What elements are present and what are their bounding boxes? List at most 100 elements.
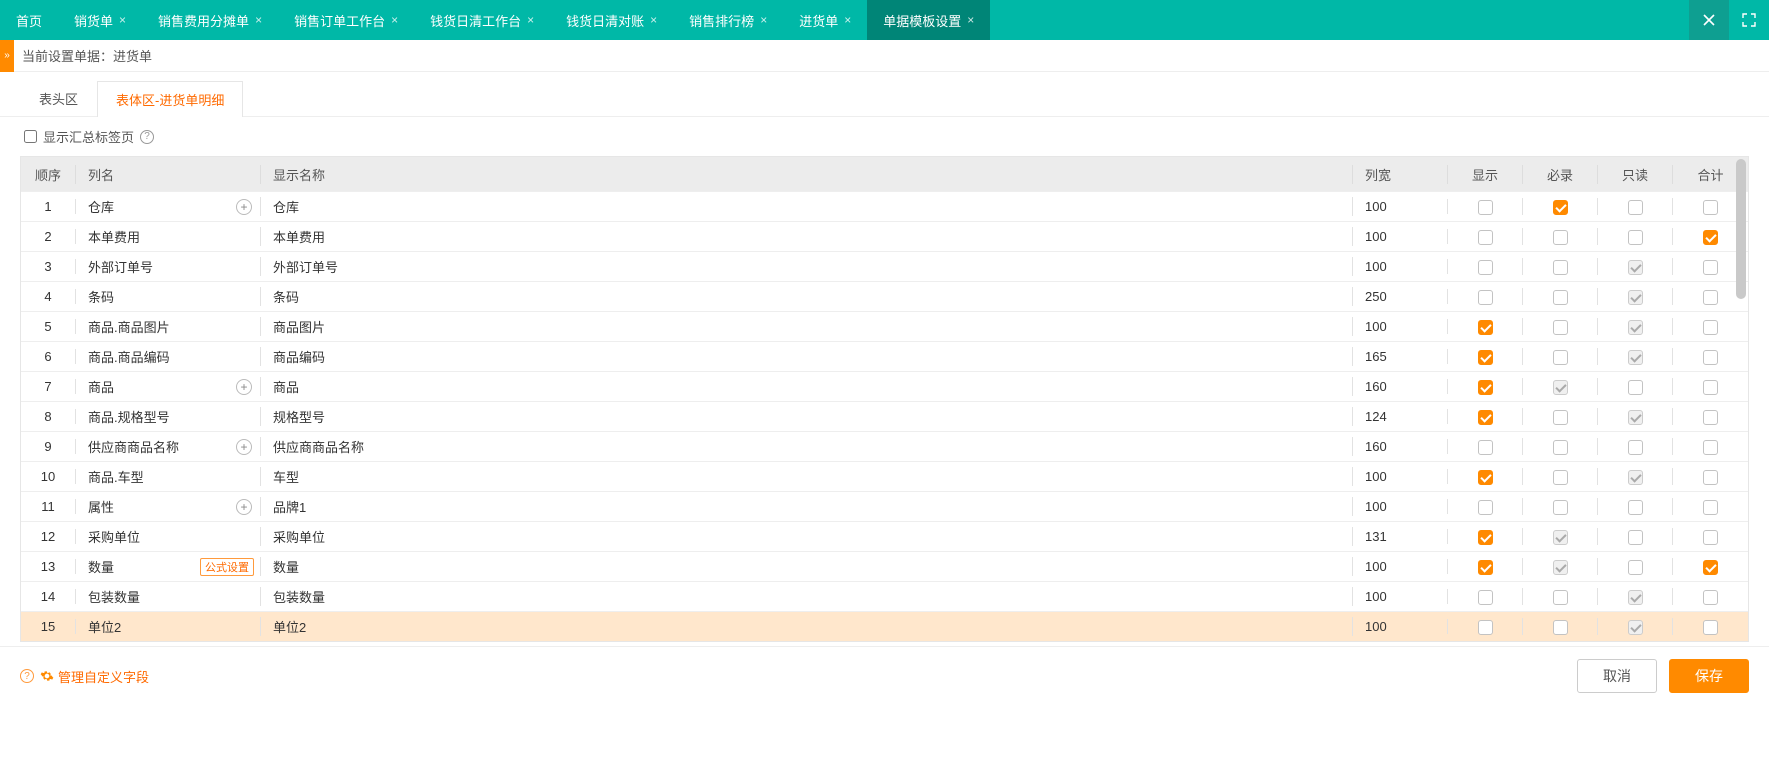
show-checkbox[interactable] [1478, 200, 1493, 215]
formula-tag[interactable]: 公式设置 [200, 558, 254, 576]
total-checkbox[interactable] [1703, 260, 1718, 275]
close-icon[interactable]: × [255, 13, 262, 27]
cell-display[interactable]: 规格型号 [261, 407, 1353, 426]
cell-width[interactable]: 100 [1353, 619, 1448, 634]
fullscreen-button[interactable] [1729, 0, 1769, 40]
required-checkbox[interactable] [1553, 500, 1568, 515]
readonly-checkbox[interactable] [1628, 380, 1643, 395]
show-checkbox[interactable] [1478, 470, 1493, 485]
total-checkbox[interactable] [1703, 500, 1718, 515]
cell-width[interactable]: 100 [1353, 559, 1448, 574]
scrollbar-thumb[interactable] [1736, 159, 1746, 299]
required-checkbox[interactable] [1553, 350, 1568, 365]
show-checkbox[interactable] [1478, 350, 1493, 365]
required-checkbox[interactable] [1553, 290, 1568, 305]
breadcrumb-handle-icon[interactable]: » [0, 40, 14, 72]
close-icon[interactable]: × [119, 13, 126, 27]
cell-width[interactable]: 100 [1353, 199, 1448, 214]
total-checkbox[interactable] [1703, 410, 1718, 425]
required-checkbox[interactable] [1553, 470, 1568, 485]
total-checkbox[interactable] [1703, 560, 1718, 575]
required-checkbox[interactable] [1553, 320, 1568, 335]
required-checkbox[interactable] [1553, 230, 1568, 245]
sub-tab[interactable]: 表头区 [20, 80, 97, 116]
total-checkbox[interactable] [1703, 290, 1718, 305]
show-checkbox[interactable] [1478, 260, 1493, 275]
table-row[interactable]: 14包装数量包装数量100 [21, 581, 1748, 611]
readonly-checkbox[interactable] [1628, 230, 1643, 245]
readonly-checkbox[interactable] [1628, 530, 1643, 545]
footer-help-icon[interactable]: ? [20, 669, 34, 683]
readonly-checkbox[interactable] [1628, 410, 1643, 425]
readonly-checkbox[interactable] [1628, 440, 1643, 455]
table-row[interactable]: 15单位2单位2100 [21, 611, 1748, 641]
readonly-checkbox[interactable] [1628, 200, 1643, 215]
required-checkbox[interactable] [1553, 380, 1568, 395]
cell-width[interactable]: 100 [1353, 259, 1448, 274]
top-tab[interactable]: 首页 [0, 0, 58, 40]
readonly-checkbox[interactable] [1628, 470, 1643, 485]
total-checkbox[interactable] [1703, 470, 1718, 485]
table-row[interactable]: 7商品+商品160 [21, 371, 1748, 401]
top-tab[interactable]: 钱货日清工作台× [414, 0, 550, 40]
close-icon[interactable]: × [391, 13, 398, 27]
total-checkbox[interactable] [1703, 620, 1718, 635]
add-icon[interactable]: + [236, 199, 252, 215]
cell-width[interactable]: 100 [1353, 589, 1448, 604]
cell-display[interactable]: 包装数量 [261, 587, 1353, 606]
total-checkbox[interactable] [1703, 320, 1718, 335]
total-checkbox[interactable] [1703, 350, 1718, 365]
show-checkbox[interactable] [1478, 320, 1493, 335]
manage-custom-fields-link[interactable]: 管理自定义字段 [58, 667, 149, 686]
cell-display[interactable]: 商品图片 [261, 317, 1353, 336]
total-checkbox[interactable] [1703, 530, 1718, 545]
add-icon[interactable]: + [236, 439, 252, 455]
total-checkbox[interactable] [1703, 380, 1718, 395]
add-icon[interactable]: + [236, 379, 252, 395]
required-checkbox[interactable] [1553, 590, 1568, 605]
table-row[interactable]: 4条码条码250 [21, 281, 1748, 311]
close-icon[interactable]: × [650, 13, 657, 27]
cell-width[interactable]: 124 [1353, 409, 1448, 424]
cell-width[interactable]: 100 [1353, 499, 1448, 514]
show-checkbox[interactable] [1478, 380, 1493, 395]
total-checkbox[interactable] [1703, 590, 1718, 605]
table-scrollbar[interactable] [1736, 159, 1746, 639]
show-checkbox[interactable] [1478, 500, 1493, 515]
readonly-checkbox[interactable] [1628, 590, 1643, 605]
cell-width[interactable]: 250 [1353, 289, 1448, 304]
close-icon[interactable]: × [967, 13, 974, 27]
readonly-checkbox[interactable] [1628, 350, 1643, 365]
readonly-checkbox[interactable] [1628, 500, 1643, 515]
readonly-checkbox[interactable] [1628, 260, 1643, 275]
total-checkbox[interactable] [1703, 200, 1718, 215]
top-tab[interactable]: 销售费用分摊单× [142, 0, 278, 40]
show-checkbox[interactable] [1478, 440, 1493, 455]
table-row[interactable]: 8商品.规格型号规格型号124 [21, 401, 1748, 431]
close-all-tabs-button[interactable] [1689, 0, 1729, 40]
total-checkbox[interactable] [1703, 440, 1718, 455]
cell-display[interactable]: 外部订单号 [261, 257, 1353, 276]
close-icon[interactable]: × [844, 13, 851, 27]
show-checkbox[interactable] [1478, 560, 1493, 575]
cell-width[interactable]: 100 [1353, 469, 1448, 484]
cell-display[interactable]: 车型 [261, 467, 1353, 486]
table-row[interactable]: 1仓库+仓库100 [21, 191, 1748, 221]
readonly-checkbox[interactable] [1628, 560, 1643, 575]
required-checkbox[interactable] [1553, 620, 1568, 635]
save-button[interactable]: 保存 [1669, 659, 1749, 693]
required-checkbox[interactable] [1553, 440, 1568, 455]
cell-width[interactable]: 131 [1353, 529, 1448, 544]
table-row[interactable]: 3外部订单号外部订单号100 [21, 251, 1748, 281]
close-icon[interactable]: × [527, 13, 534, 27]
close-icon[interactable]: × [760, 13, 767, 27]
table-row[interactable]: 10商品.车型车型100 [21, 461, 1748, 491]
cell-display[interactable]: 品牌1 [261, 497, 1353, 516]
top-tab[interactable]: 单据模板设置× [867, 0, 990, 40]
cell-display[interactable]: 条码 [261, 287, 1353, 306]
required-checkbox[interactable] [1553, 200, 1568, 215]
cell-width[interactable]: 100 [1353, 319, 1448, 334]
cell-width[interactable]: 165 [1353, 349, 1448, 364]
show-checkbox[interactable] [1478, 230, 1493, 245]
required-checkbox[interactable] [1553, 260, 1568, 275]
